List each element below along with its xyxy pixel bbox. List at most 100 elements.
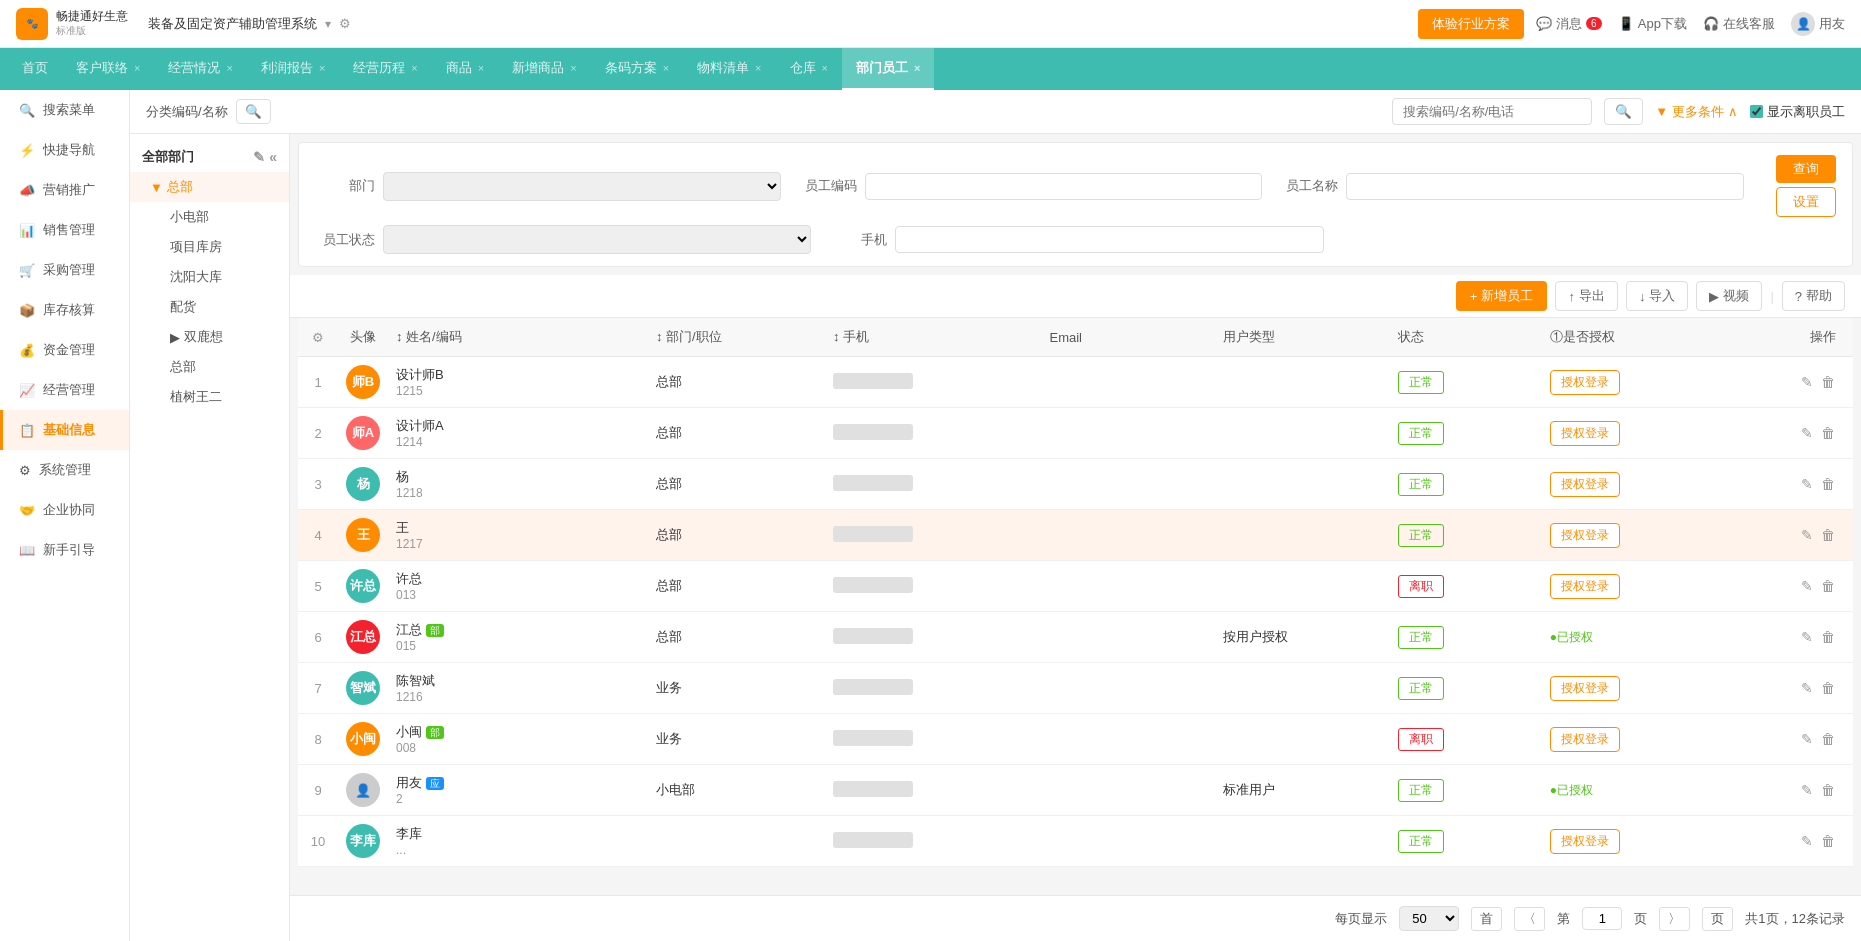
delete-icon[interactable]: 🗑 [1821,527,1835,543]
tab-history[interactable]: 经营历程 × [339,48,431,90]
close-icon[interactable]: × [822,62,828,74]
dept-node-shenyang[interactable]: 沈阳大库 [146,262,289,292]
sidebar-item-sales[interactable]: 📊 销售管理 [0,210,129,250]
auth-cell[interactable]: 授权登录 [1542,357,1759,408]
auth-login-btn[interactable]: 授权登录 [1550,421,1620,446]
auth-cell[interactable]: 授权登录 [1542,561,1759,612]
dept-node-xiaodibu[interactable]: 小电部 [146,202,289,232]
phone-input[interactable] [895,226,1323,253]
close-icon[interactable]: × [319,62,325,74]
dept-node-peihuo[interactable]: 配货 [146,292,289,322]
auth-cell[interactable]: 授权登录 [1542,714,1759,765]
close-icon[interactable]: × [914,62,920,74]
col-settings[interactable]: ⚙ [298,318,338,357]
close-icon[interactable]: × [226,62,232,74]
dept-collapse-icon[interactable]: « [269,149,277,165]
sidebar-item-collab[interactable]: 🤝 企业协同 [0,490,129,530]
auth-login-btn[interactable]: 授权登录 [1550,574,1620,599]
tab-material[interactable]: 物料清单 × [683,48,775,90]
sidebar-item-marketing[interactable]: 📣 营销推广 [0,170,129,210]
tab-operation[interactable]: 经营情况 × [154,48,246,90]
tab-warehouse[interactable]: 仓库 × [776,48,842,90]
auth-cell[interactable]: 授权登录 [1542,408,1759,459]
auth-login-btn[interactable]: 授权登录 [1550,472,1620,497]
tab-barcode[interactable]: 条码方案 × [591,48,683,90]
category-search-btn[interactable]: 🔍 [236,99,271,124]
auth-login-btn[interactable]: 授权登录 [1550,727,1620,752]
dept-node-zhishu[interactable]: 植树王二 [146,382,289,412]
delete-icon[interactable]: 🗑 [1821,578,1835,594]
export-button[interactable]: ↑ 导出 [1555,281,1618,311]
user-btn[interactable]: 👤 用友 [1791,12,1845,36]
page-input[interactable] [1582,907,1622,930]
edit-icon[interactable]: ✎ [1801,731,1813,747]
close-icon[interactable]: × [570,62,576,74]
auth-login-btn[interactable]: 授权登录 [1550,829,1620,854]
sidebar-item-guide[interactable]: 📖 新手引导 [0,530,129,570]
auth-login-btn[interactable]: 授权登录 [1550,370,1620,395]
tab-dept-staff[interactable]: 部门员工 × [842,48,934,90]
prev-page-btn[interactable]: 〈 [1514,907,1545,931]
set-button[interactable]: 设置 [1776,187,1836,217]
edit-icon[interactable]: ✎ [1801,578,1813,594]
show-resigned-label[interactable]: 显示离职员工 [1750,103,1845,121]
tab-new-goods[interactable]: 新增商品 × [498,48,590,90]
settings-icon[interactable]: ⚙ [339,16,351,31]
query-button[interactable]: 查询 [1776,155,1836,183]
dropdown-arrow[interactable]: ▾ [325,17,331,31]
dept-edit-icon[interactable]: ✎ [253,149,265,165]
edit-icon[interactable]: ✎ [1801,425,1813,441]
trial-button[interactable]: 体验行业方案 [1418,9,1524,39]
auth-cell[interactable]: 授权登录 [1542,816,1759,867]
delete-icon[interactable]: 🗑 [1821,833,1835,849]
col-dept-header[interactable]: ↕ 部门/职位 [648,318,825,357]
edit-icon[interactable]: ✎ [1801,629,1813,645]
next-page-btn[interactable]: 〉 [1659,907,1690,931]
delete-icon[interactable]: 🗑 [1821,374,1835,390]
dept-node-zongbu[interactable]: 总部 [146,352,289,382]
dept-node-headquarters[interactable]: ▼ 总部 [130,172,289,202]
online-service-btn[interactable]: 🎧 在线客服 [1703,15,1775,33]
auth-cell[interactable]: 授权登录 [1542,663,1759,714]
search-btn[interactable]: 🔍 [1604,98,1643,125]
last-page-btn[interactable]: 页 [1702,907,1733,931]
edit-icon[interactable]: ✎ [1801,374,1813,390]
emp-code-input[interactable] [865,173,1263,200]
edit-icon[interactable]: ✎ [1801,680,1813,696]
add-employee-button[interactable]: + 新增员工 [1456,281,1548,311]
auth-cell[interactable]: ●已授权 [1542,612,1759,663]
message-btn[interactable]: 💬 消息 6 [1536,15,1602,33]
auth-cell[interactable]: 授权登录 [1542,459,1759,510]
close-icon[interactable]: × [478,62,484,74]
emp-name-input[interactable] [1346,173,1744,200]
col-phone-header[interactable]: ↕ 手机 [825,318,1042,357]
import-button[interactable]: ↓ 导入 [1626,281,1689,311]
col-name-header[interactable]: ↕ 姓名/编码 [388,318,648,357]
sidebar-item-basic[interactable]: 📋 基础信息 [0,410,129,450]
sidebar-item-business[interactable]: 📈 经营管理 [0,370,129,410]
delete-icon[interactable]: 🗑 [1821,782,1835,798]
close-icon[interactable]: × [755,62,761,74]
per-page-select[interactable]: 50 100 200 [1399,906,1459,931]
dept-filter-select[interactable] [383,172,781,201]
sidebar-item-finance[interactable]: 💰 资金管理 [0,330,129,370]
close-icon[interactable]: × [663,62,669,74]
sidebar-item-inventory[interactable]: 📦 库存核算 [0,290,129,330]
first-page-btn[interactable]: 首 [1471,907,1502,931]
auth-login-btn[interactable]: 授权登录 [1550,523,1620,548]
sidebar-item-purchase[interactable]: 🛒 采购管理 [0,250,129,290]
tab-customer[interactable]: 客户联络 × [62,48,154,90]
edit-icon[interactable]: ✎ [1801,527,1813,543]
view-button[interactable]: ▶ 视频 [1696,281,1762,311]
show-resigned-checkbox[interactable] [1750,105,1763,118]
auth-login-btn[interactable]: 授权登录 [1550,676,1620,701]
delete-icon[interactable]: 🗑 [1821,731,1835,747]
edit-icon[interactable]: ✎ [1801,833,1813,849]
delete-icon[interactable]: 🗑 [1821,425,1835,441]
tab-goods[interactable]: 商品 × [432,48,498,90]
more-conditions-btn[interactable]: ▼ 更多条件 ∧ [1655,103,1738,121]
delete-icon[interactable]: 🗑 [1821,629,1835,645]
app-download-btn[interactable]: 📱 App下载 [1618,15,1687,33]
dept-node-projectwarehouse[interactable]: 项目库房 [146,232,289,262]
sidebar-item-system[interactable]: ⚙ 系统管理 [0,450,129,490]
